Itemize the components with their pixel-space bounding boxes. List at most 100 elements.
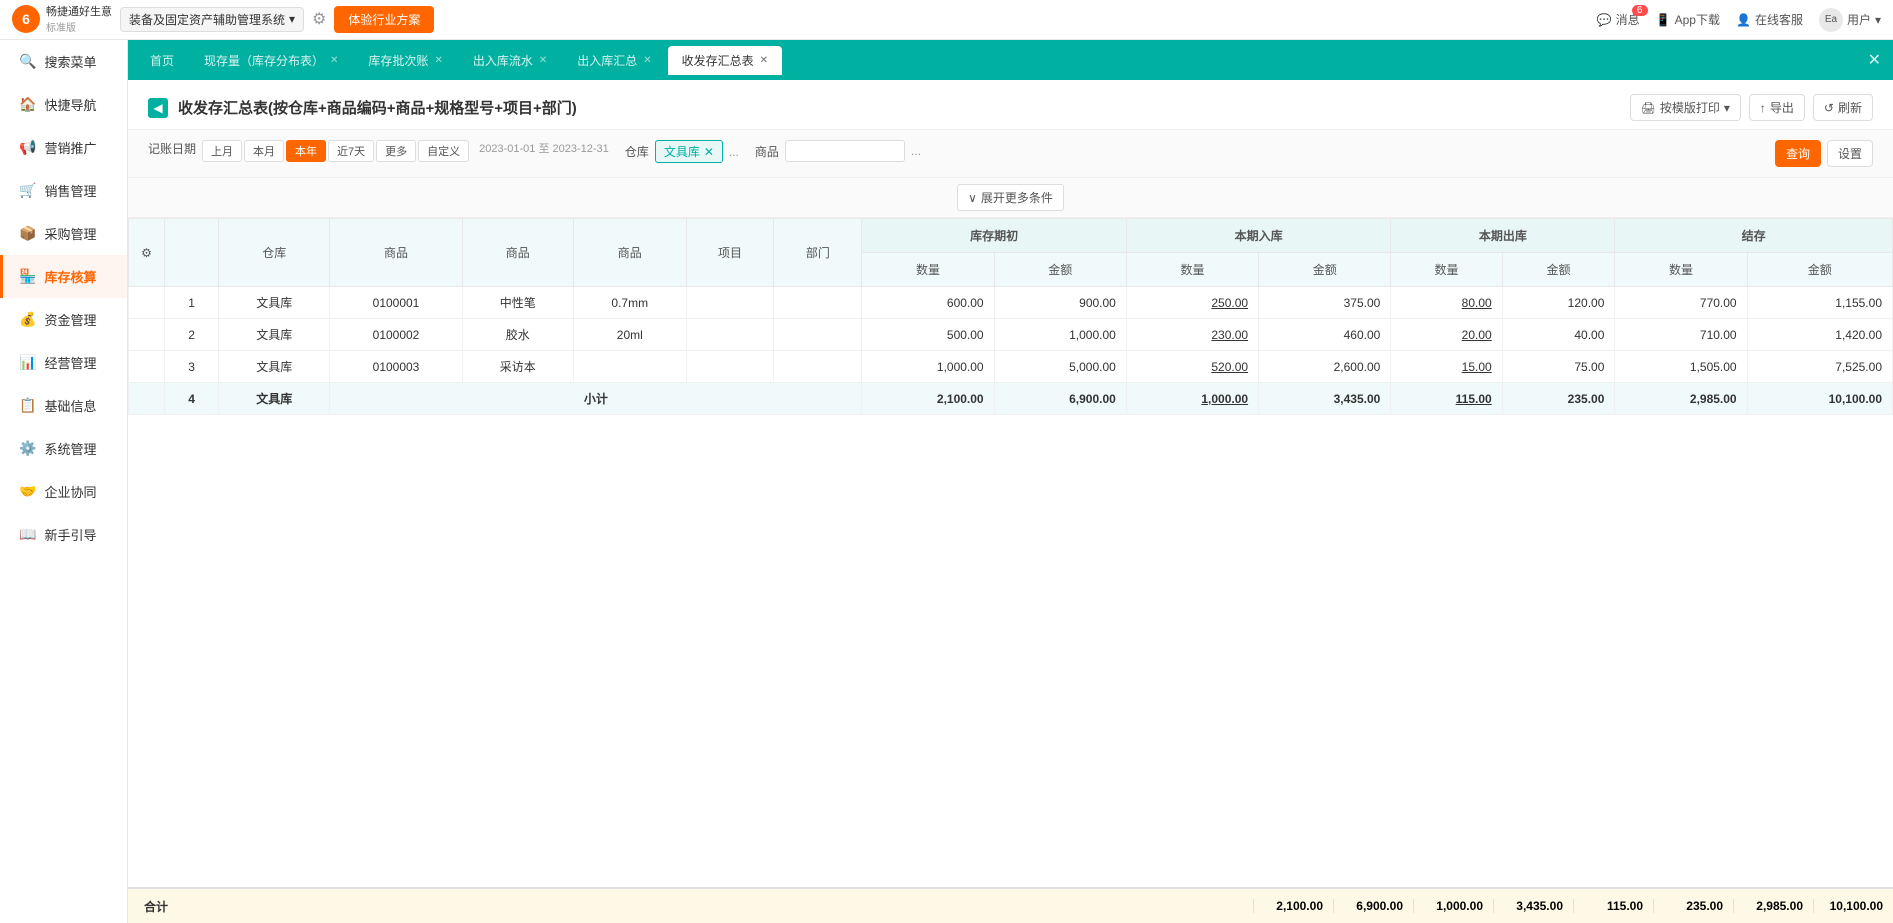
date-btn-this-year[interactable]: 本年 xyxy=(286,140,326,162)
page-title: 收发存汇总表(按仓库+商品编码+商品+规格型号+项目+部门) xyxy=(178,97,577,118)
total-open-qty: 2,100.00 xyxy=(1253,899,1333,913)
warehouse-tag-name: 文具库 xyxy=(664,143,700,160)
top-bar-left: 6 畅捷通好生意 标准版 装备及固定资产辅助管理系统 ▾ ⚙ 体验行业方案 xyxy=(12,5,434,34)
sidebar-label-inventory: 库存核算 xyxy=(44,267,96,286)
warehouse-tag-close[interactable]: ✕ xyxy=(704,145,714,159)
sidebar-label-sales: 销售管理 xyxy=(44,181,96,200)
date-range: 2023-01-01 至 2023-12-31 xyxy=(479,140,609,156)
message-item[interactable]: 💬 消息 6 xyxy=(1597,11,1640,28)
service-icon: 👤 xyxy=(1736,13,1751,27)
system-selector[interactable]: 装备及固定资产辅助管理系统 ▾ xyxy=(120,7,304,32)
th-bal-amt: 金额 xyxy=(1747,253,1892,287)
online-service-item[interactable]: 👤 在线客服 xyxy=(1736,11,1803,28)
sidebar-label-purchase: 采购管理 xyxy=(44,224,96,243)
system-name: 装备及固定资产辅助管理系统 xyxy=(129,11,285,28)
tab-recv-send-close[interactable]: ✕ xyxy=(760,55,768,66)
operations-icon: 📊 xyxy=(19,354,36,371)
sidebar-label-search: 搜索菜单 xyxy=(44,52,96,71)
sidebar-item-finance[interactable]: 💰 资金管理 xyxy=(0,298,127,341)
goods-more[interactable]: ... xyxy=(911,144,921,158)
tab-bar: 首页 现存量（库存分布表） ✕ 库存批次账 ✕ 出入库流水 ✕ 出入库汇总 ✕ … xyxy=(128,40,1893,80)
goods-label: 商品 xyxy=(755,143,779,160)
th-num xyxy=(165,219,219,287)
tab-batch-close[interactable]: ✕ xyxy=(434,55,442,66)
trial-button[interactable]: 体验行业方案 xyxy=(334,6,434,33)
date-btn-7days[interactable]: 近7天 xyxy=(328,140,374,162)
settings-button[interactable]: 设置 xyxy=(1827,140,1873,167)
print-template-button[interactable]: 🖨 按模版打印 ▾ xyxy=(1630,94,1741,121)
sidebar-item-corp[interactable]: 🤝 企业协同 xyxy=(0,470,127,513)
page-header: ◀ 收发存汇总表(按仓库+商品编码+商品+规格型号+项目+部门) 🖨 按模版打印… xyxy=(128,80,1893,130)
content-area: 首页 现存量（库存分布表） ✕ 库存批次账 ✕ 出入库流水 ✕ 出入库汇总 ✕ … xyxy=(128,40,1893,923)
warehouse-tag[interactable]: 文具库 ✕ xyxy=(655,140,723,163)
table-settings-icon[interactable]: ⚙ xyxy=(141,246,152,260)
date-btn-this-month[interactable]: 本月 xyxy=(244,140,284,162)
sidebar-item-sales[interactable]: 🛒 销售管理 xyxy=(0,169,127,212)
app-download-item[interactable]: 📱 App下载 xyxy=(1656,11,1720,28)
chevron-down-icon: ▾ xyxy=(289,12,295,26)
query-button[interactable]: 查询 xyxy=(1775,140,1821,167)
subtotal-row: 4 文具库 小计 2,100.00 6,900.00 1,000.00 3,43… xyxy=(129,383,1893,415)
data-table: ⚙ 仓库 商品 商品 商品 项目 部门 库存期初 本期入库 本期出库 xyxy=(128,218,1893,415)
refresh-button[interactable]: ↺ 刷新 xyxy=(1813,94,1873,121)
th-code: 商品 xyxy=(330,219,462,287)
total-in-qty: 1,000.00 xyxy=(1413,899,1493,913)
purchase-icon: 📦 xyxy=(19,225,36,242)
tab-inout-flow[interactable]: 出入库流水 ✕ xyxy=(459,46,561,75)
warehouse-more[interactable]: ... xyxy=(729,145,739,159)
tab-inout-flow-close[interactable]: ✕ xyxy=(539,55,547,66)
tab-stock-dist[interactable]: 现存量（库存分布表） ✕ xyxy=(190,46,352,75)
tab-inout-summary-label: 出入库汇总 xyxy=(577,52,637,69)
print-icon: 🖨 xyxy=(1641,101,1656,115)
finance-icon: 💰 xyxy=(19,311,36,328)
tab-recv-send-summary[interactable]: 收发存汇总表 ✕ xyxy=(668,46,782,75)
goods-search-input[interactable] xyxy=(785,140,905,162)
user-avatar: Ea xyxy=(1819,8,1843,32)
sidebar-item-quick[interactable]: 🏠 快捷导航 xyxy=(0,83,127,126)
export-button[interactable]: ↑ 导出 xyxy=(1749,94,1805,121)
total-bar: 合计 2,100.00 6,900.00 1,000.00 3,435.00 1… xyxy=(128,887,1893,923)
table-row: 2 文具库 0100002 胶水 20ml 500.00 1,000.00 23… xyxy=(129,319,1893,351)
th-open-qty: 数量 xyxy=(862,253,994,287)
date-btn-last-month[interactable]: 上月 xyxy=(202,140,242,162)
guide-icon: 📖 xyxy=(19,526,36,543)
tab-inout-summary[interactable]: 出入库汇总 ✕ xyxy=(563,46,665,75)
collapse-arrow[interactable]: ◀ xyxy=(148,98,168,118)
sidebar-item-search[interactable]: 🔍 搜索菜单 xyxy=(0,40,127,83)
th-out-qty: 数量 xyxy=(1391,253,1502,287)
sidebar-item-purchase[interactable]: 📦 采购管理 xyxy=(0,212,127,255)
sidebar-item-system[interactable]: ⚙️ 系统管理 xyxy=(0,427,127,470)
search-icon: 🔍 xyxy=(19,53,36,70)
tab-batch-label: 库存批次账 xyxy=(368,52,428,69)
th-opening: 库存期初 xyxy=(862,219,1126,253)
top-bar: 6 畅捷通好生意 标准版 装备及固定资产辅助管理系统 ▾ ⚙ 体验行业方案 💬 … xyxy=(0,0,1893,40)
sidebar-label-basic: 基础信息 xyxy=(44,396,96,415)
th-settings[interactable]: ⚙ xyxy=(129,219,165,287)
tab-home[interactable]: 首页 xyxy=(136,46,188,75)
sidebar-item-guide[interactable]: 📖 新手引导 xyxy=(0,513,127,556)
chevron-down-icon: ▾ xyxy=(1724,101,1730,115)
date-btn-more[interactable]: 更多 xyxy=(376,140,416,162)
th-out: 本期出库 xyxy=(1391,219,1615,253)
home-icon: 🏠 xyxy=(19,96,36,113)
sidebar-item-basic[interactable]: 📋 基础信息 xyxy=(0,384,127,427)
sidebar-item-inventory[interactable]: 🏪 库存核算 xyxy=(0,255,127,298)
tab-inout-summary-close[interactable]: ✕ xyxy=(643,55,651,66)
user-item[interactable]: Ea 用户 ▾ xyxy=(1819,8,1881,32)
marketing-icon: 📢 xyxy=(19,139,36,156)
date-btn-custom[interactable]: 自定义 xyxy=(418,140,469,162)
sidebar-item-marketing[interactable]: 📢 营销推广 xyxy=(0,126,127,169)
tab-bar-close-all[interactable]: ✕ xyxy=(1864,46,1885,74)
sidebar-item-operations[interactable]: 📊 经营管理 xyxy=(0,341,127,384)
table-container: ⚙ 仓库 商品 商品 商品 项目 部门 库存期初 本期入库 本期出库 xyxy=(128,218,1893,887)
total-label: 合计 xyxy=(128,898,628,915)
logo-icon: 6 xyxy=(12,5,40,33)
tab-stock-dist-close[interactable]: ✕ xyxy=(330,55,338,66)
settings-icon[interactable]: ⚙ xyxy=(312,9,326,29)
date-buttons: 上月 本月 本年 近7天 更多 自定义 xyxy=(202,140,469,162)
expand-button[interactable]: ∨ 展开更多条件 xyxy=(957,184,1064,211)
brand-name: 畅捷通好生意 xyxy=(46,5,112,19)
message-badge: 6 xyxy=(1632,5,1648,16)
tab-batch[interactable]: 库存批次账 ✕ xyxy=(354,46,456,75)
sidebar-label-quick: 快捷导航 xyxy=(44,95,96,114)
